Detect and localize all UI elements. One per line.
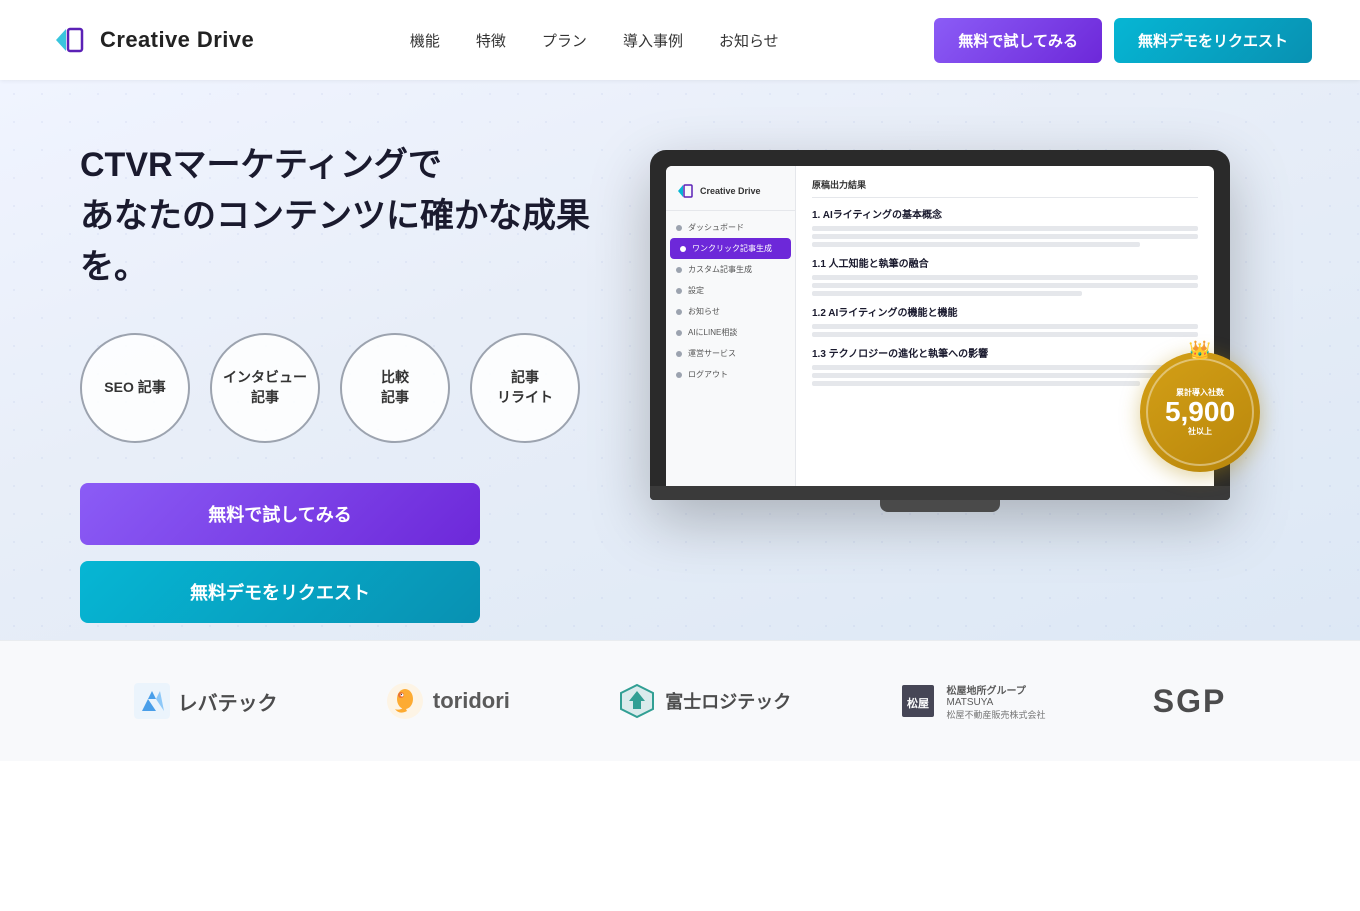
app-menu-service[interactable]: 運営サービス [666, 343, 795, 364]
app-section-1: 1. AIライティングの基本概念 [812, 206, 1198, 221]
nav-news[interactable]: お知らせ [719, 30, 779, 51]
hero-right: Creative Drive ダッシュボード ワンクリック記事生成 カ [600, 140, 1280, 512]
partner-matsuya: 松屋 松屋地所グループ MATSUYA 松屋不動産販売株式会社 [898, 681, 1045, 721]
header-demo-button[interactable]: 無料デモをリクエスト [1114, 18, 1312, 63]
text-line [812, 332, 1198, 337]
app-section-1-1: 1.1 人工知能と執筆の融合 [812, 255, 1198, 270]
app-logo-text: Creative Drive [700, 186, 761, 196]
laptop-base [650, 486, 1230, 500]
partner-toridori: toridori [385, 681, 510, 721]
app-menu-logout[interactable]: ログアウト [666, 364, 795, 385]
circle-interview[interactable]: インタビュー記事 [210, 333, 320, 443]
app-menu-custom[interactable]: カスタム記事生成 [666, 259, 795, 280]
hero-trial-button[interactable]: 無料で試してみる [80, 483, 480, 545]
app-menu-oneclick[interactable]: ワンクリック記事生成 [670, 238, 791, 259]
toridori-icon [385, 681, 425, 721]
logo-link[interactable]: Creative Drive [48, 19, 254, 61]
header-trial-button[interactable]: 無料で試してみる [934, 18, 1102, 63]
main-nav: 機能 特徴 プラン 導入事例 お知らせ [410, 30, 779, 51]
svg-text:松屋: 松屋 [907, 696, 929, 710]
matsuya-icon: 松屋 [898, 681, 938, 721]
partner-levatech: レバテック [134, 683, 278, 719]
app-menu-settings[interactable]: 設定 [666, 280, 795, 301]
company-count-badge: 👑 累計導入社数 5,900 社以上 [1140, 352, 1260, 472]
fujilogistic-icon [617, 681, 657, 721]
hero-left: CTVRマーケティングで あなたのコンテンツに確かな成果を。 SEO 記事 イン… [80, 140, 600, 623]
header: Creative Drive 機能 特徴 プラン 導入事例 お知らせ 無料で試し… [0, 0, 1360, 80]
hero-circles: SEO 記事 インタビュー記事 比較記事 記事リライト [80, 333, 600, 443]
app-logo-icon [676, 182, 694, 200]
badge-number: 5,900 [1165, 398, 1235, 426]
text-line [812, 275, 1198, 280]
badge-crown-icon: 👑 [1189, 340, 1211, 361]
sgp-text: SGP [1153, 683, 1227, 720]
app-content-title: 原稿出力結果 [812, 178, 1198, 198]
partner-fujilogistic: 富士ロジテック [617, 681, 791, 721]
laptop-screen: Creative Drive ダッシュボード ワンクリック記事生成 カ [666, 166, 1214, 486]
nav-highlights[interactable]: 特徴 [476, 30, 506, 51]
text-line [812, 291, 1082, 296]
app-menu-news[interactable]: お知らせ [666, 301, 795, 322]
app-menu-line[interactable]: AIにLINE相談 [666, 322, 795, 343]
levatech-icon [134, 683, 170, 719]
logo-icon [48, 19, 90, 61]
text-line [812, 234, 1198, 239]
fujilogistic-text: 富士ロジテック [665, 688, 791, 714]
text-line [812, 324, 1198, 329]
partner-sgp: SGP [1153, 683, 1227, 720]
partner-logos-section: レバテック toridori 富士ロジテック [0, 640, 1360, 761]
nav-plans[interactable]: プラン [542, 30, 587, 51]
text-line [812, 381, 1140, 386]
hero-section: CTVRマーケティングで あなたのコンテンツに確かな成果を。 SEO 記事 イン… [0, 80, 1360, 640]
app-section-1-2: 1.2 AIライティングの機能と機能 [812, 304, 1198, 319]
hero-title: CTVRマーケティングで あなたのコンテンツに確かな成果を。 [80, 140, 600, 293]
bottom-whitespace [0, 761, 1360, 911]
levatech-text: レバテック [178, 687, 278, 716]
laptop-mockup: Creative Drive ダッシュボード ワンクリック記事生成 カ [650, 150, 1230, 512]
app-menu-dashboard[interactable]: ダッシュボード [666, 217, 795, 238]
nav-features[interactable]: 機能 [410, 30, 440, 51]
text-line [812, 226, 1198, 231]
matsuya-text-block: 松屋地所グループ MATSUYA 松屋不動産販売株式会社 [946, 682, 1045, 721]
text-line [812, 283, 1198, 288]
app-logo-bar: Creative Drive [666, 176, 795, 211]
badge-circle: 👑 累計導入社数 5,900 社以上 [1140, 352, 1260, 472]
badge-top-text: 累計導入社数 [1176, 387, 1224, 398]
nav-cases[interactable]: 導入事例 [623, 30, 683, 51]
hero-demo-button[interactable]: 無料デモをリクエスト [80, 561, 480, 623]
circle-rewrite[interactable]: 記事リライト [470, 333, 580, 443]
circle-seo[interactable]: SEO 記事 [80, 333, 190, 443]
header-buttons: 無料で試してみる 無料デモをリクエスト [934, 18, 1312, 63]
logo-text: Creative Drive [100, 27, 254, 53]
laptop-stand [880, 500, 1000, 512]
toridori-text: toridori [433, 688, 510, 714]
app-sidebar: Creative Drive ダッシュボード ワンクリック記事生成 カ [666, 166, 796, 486]
badge-bottom-text: 社以上 [1188, 426, 1212, 437]
text-line [812, 242, 1140, 247]
circle-comparison[interactable]: 比較記事 [340, 333, 450, 443]
